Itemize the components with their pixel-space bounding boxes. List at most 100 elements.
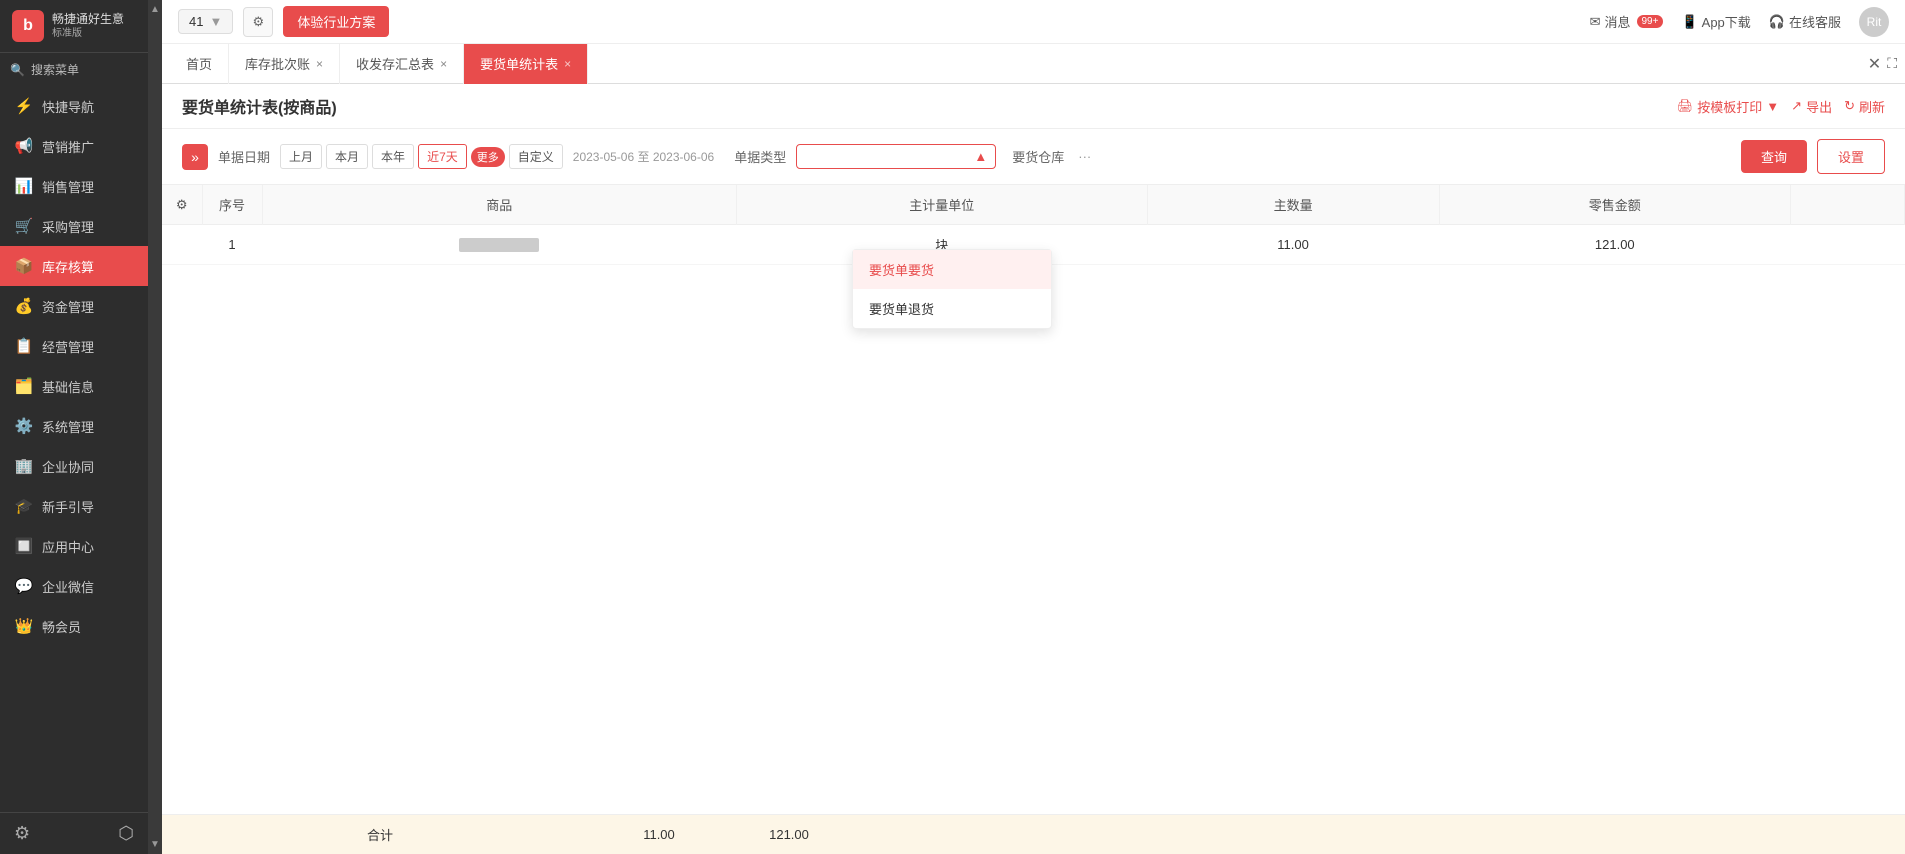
sidebar-item-wechat[interactable]: 💬 企业微信 [0,566,148,606]
scroll-up-icon[interactable]: ▲ [150,4,160,15]
sidebar-item-member[interactable]: 👑 畅会员 [0,606,148,646]
tab-shipreceive[interactable]: 收发存汇总表 × [340,44,464,84]
search-menu-item[interactable]: 🔍 搜索菜单 [0,53,148,86]
settings-gear-button[interactable]: ⚙ [243,7,273,37]
tab-shipreceive-close[interactable]: × [440,57,447,71]
dropdown-item-order-return[interactable]: 要货单退货 [853,289,1051,328]
this-year-button[interactable]: 本年 [372,144,414,169]
tab-bar-expand-button[interactable]: ⛶ [1887,55,1897,72]
tab-bar-close-button[interactable]: ✕ [1868,54,1881,74]
print-button[interactable]: 🖨 按模板打印 ▼ [1677,97,1779,116]
last-month-button[interactable]: 上月 [280,144,322,169]
col-amount: 零售金额 [1439,185,1790,225]
logo-icon: b [12,10,44,42]
sidebar-item-operation[interactable]: 📋 经营管理 [0,326,148,366]
tab-order-stats[interactable]: 要货单统计表 × [464,44,588,84]
col-settings[interactable]: ⚙ [162,185,202,225]
date-range-display: 2023-05-06 至 2023-06-06 [573,148,714,165]
row-qty: 11.00 [1147,225,1439,265]
refresh-button[interactable]: ↻ 刷新 [1844,97,1885,116]
sidebar-item-inventory[interactable]: 📦 库存核算 [0,246,148,286]
footer-amount: 121.00 [724,827,854,842]
logo-text: 畅捷通好生意 标准版 [52,12,124,41]
online-service-button[interactable]: 🎧 在线客服 [1769,12,1841,31]
col-qty: 主数量 [1147,185,1439,225]
filter-expand-button[interactable]: » [182,144,208,170]
sidebar-item-quick-nav[interactable]: ⚡ 快捷导航 [0,86,148,126]
col-no: 序号 [202,185,262,225]
col-empty [1790,185,1904,225]
sidebar-item-system[interactable]: ⚙️ 系统管理 [0,406,148,446]
quick-nav-icon: ⚡ [14,96,34,116]
main-area: 41 ▼ ⚙ 体验行业方案 ✉ 消息 99+ 📱 App下载 🎧 在线客服 Ri… [162,0,1905,854]
sidebar-item-basic[interactable]: 🗂️ 基础信息 [0,366,148,406]
app-download-button[interactable]: 📱 App下载 [1681,12,1750,31]
scroll-down-icon[interactable]: ▼ [150,839,160,850]
warehouse-more-icon[interactable]: ··· [1078,149,1091,164]
guide-icon: 🎓 [14,496,34,516]
system-icon: ⚙️ [14,416,34,436]
dropdown-item-order-goods[interactable]: 要货单要货 [853,250,1051,289]
apps-icon: 🔲 [14,536,34,556]
app-download-icon: 📱 [1681,14,1697,30]
warehouse-filter-label: 要货仓库 [1012,147,1064,166]
search-icon: 🔍 [10,63,25,77]
type-filter-label: 单据类型 [734,147,786,166]
row-extra [1790,225,1904,265]
user-avatar[interactable]: Rit [1859,7,1889,37]
last-7days-button[interactable]: 近7天 [418,144,467,169]
query-button[interactable]: 查询 [1741,140,1807,173]
trial-button[interactable]: 体验行业方案 [283,6,389,37]
sidebar-nav: ⚡ 快捷导航 📢 营销推广 📊 销售管理 🛒 采购管理 📦 库存核算 💰 资金管… [0,86,148,812]
filter-bar: » 单据日期 上月 本月 本年 近7天 更多 自定义 2023-05-06 至 … [162,129,1905,185]
sidebar: b 畅捷通好生意 标准版 🔍 搜索菜单 ⚡ 快捷导航 📢 营销推广 📊 销售管理… [0,0,148,854]
footer-label: 合计 [274,825,474,844]
sidebar-item-apps[interactable]: 🔲 应用中心 [0,526,148,566]
page-actions: 🖨 按模板打印 ▼ ↗ 导出 ↻ 刷新 [1677,97,1885,116]
top-bar-right: ✉ 消息 99+ 📱 App下载 🎧 在线客服 Rit [1590,7,1889,37]
sidebar-item-purchase[interactable]: 🛒 采购管理 [0,206,148,246]
col-unit: 主计量单位 [736,185,1147,225]
row-settings-cell [162,225,202,265]
sidebar-logo: b 畅捷通好生意 标准版 [0,0,148,53]
col-goods: 商品 [262,185,736,225]
messages-button[interactable]: ✉ 消息 99+ [1590,12,1664,31]
basic-icon: 🗂️ [14,376,34,396]
sidebar-scroll: ▲ ▼ [148,0,162,854]
marketing-icon: 📢 [14,136,34,156]
sidebar-item-enterprise[interactable]: 🏢 企业协同 [0,446,148,486]
more-dates-button[interactable]: 更多 [471,147,505,167]
top-bar: 41 ▼ ⚙ 体验行业方案 ✉ 消息 99+ 📱 App下载 🎧 在线客服 Ri… [162,0,1905,44]
this-month-button[interactable]: 本月 [326,144,368,169]
table-footer: 合计 11.00 121.00 [162,814,1905,854]
sidebar-collapse-icon[interactable]: ⬡ [118,823,134,844]
row-amount: 121.00 [1439,225,1790,265]
tab-selector-chevron-icon: ▼ [209,14,222,29]
sidebar-item-marketing[interactable]: 📢 营销推广 [0,126,148,166]
table-header-row: ⚙ 序号 商品 主计量单位 主数量 零售金额 [162,185,1905,225]
row-goods [262,225,736,265]
message-icon: ✉ [1590,14,1601,30]
tab-order-stats-close[interactable]: × [564,57,571,71]
sales-icon: 📊 [14,176,34,196]
tab-inventory-batch[interactable]: 库存批次账 × [229,44,340,84]
tab-bar: 首页 库存批次账 × 收发存汇总表 × 要货单统计表 × ✕ ⛶ [162,44,1905,84]
enterprise-icon: 🏢 [14,456,34,476]
wechat-icon: 💬 [14,576,34,596]
operation-icon: 📋 [14,336,34,356]
custom-date-button[interactable]: 自定义 [509,144,563,169]
sidebar-settings-icon[interactable]: ⚙ [14,823,30,844]
service-icon: 🎧 [1769,14,1785,30]
tab-home[interactable]: 首页 [170,44,229,84]
sidebar-item-finance[interactable]: 💰 资金管理 [0,286,148,326]
tab-inventory-batch-close[interactable]: × [316,57,323,71]
type-filter-select[interactable]: ▲ [796,144,996,169]
tab-selector[interactable]: 41 ▼ [178,9,233,34]
page-header: 要货单统计表(按商品) 🖨 按模板打印 ▼ ↗ 导出 ↻ 刷新 [162,84,1905,129]
table-settings-icon[interactable]: ⚙ [176,197,188,212]
sidebar-item-sales[interactable]: 📊 销售管理 [0,166,148,206]
export-button[interactable]: ↗ 导出 [1791,97,1832,116]
setting-button[interactable]: 设置 [1817,139,1885,174]
print-icon: 🖨 [1677,98,1694,114]
sidebar-item-guide[interactable]: 🎓 新手引导 [0,486,148,526]
